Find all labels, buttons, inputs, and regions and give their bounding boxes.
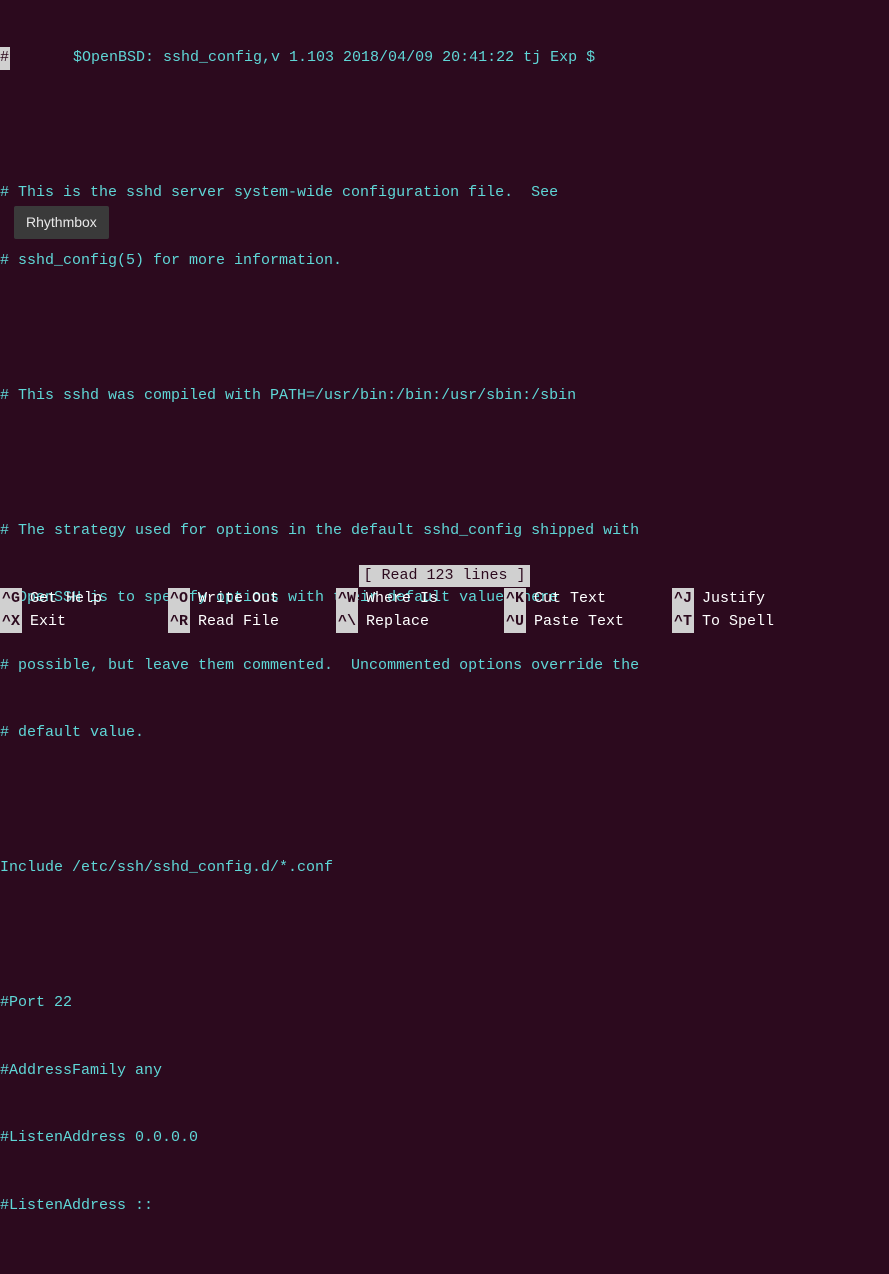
key-label: ^X <box>0 611 22 634</box>
cursor: # <box>0 47 10 70</box>
key-label: ^\ <box>336 611 358 634</box>
editor-line <box>0 1262 889 1274</box>
action-label: Read File <box>190 611 279 634</box>
shortcut-replace[interactable]: ^\Replace <box>336 611 504 634</box>
tooltip-rhythmbox: Rhythmbox <box>14 206 109 239</box>
editor-line: # This is the sshd server system-wide co… <box>0 182 889 205</box>
key-label: ^O <box>168 588 190 611</box>
shortcut-exit[interactable]: ^XExit <box>0 611 168 634</box>
action-label: Replace <box>358 611 429 634</box>
key-label: ^J <box>672 588 694 611</box>
action-label: Exit <box>22 611 66 634</box>
editor-line: # possible, but leave them commented. Un… <box>0 655 889 678</box>
editor-line: #ListenAddress 0.0.0.0 <box>0 1127 889 1150</box>
action-label: Write Out <box>190 588 279 611</box>
action-label: To Spell <box>694 611 774 634</box>
key-label: ^U <box>504 611 526 634</box>
status-bar: [ Read 123 lines ] <box>0 565 889 588</box>
key-label: ^K <box>504 588 526 611</box>
editor-line: #AddressFamily any <box>0 1060 889 1083</box>
shortcut-to-spell[interactable]: ^TTo Spell <box>672 611 840 634</box>
text-editor-content[interactable]: # $OpenBSD: sshd_config,v 1.103 2018/04/… <box>0 0 889 1274</box>
shortcut-row-1: ^GGet Help ^OWrite Out ^WWhere Is ^KCut … <box>0 588 889 611</box>
editor-line-0-rest: $OpenBSD: sshd_config,v 1.103 2018/04/09… <box>10 49 595 66</box>
shortcut-where-is[interactable]: ^WWhere Is <box>336 588 504 611</box>
editor-line: #ListenAddress :: <box>0 1195 889 1218</box>
key-label: ^R <box>168 611 190 634</box>
shortcut-row-2: ^XExit ^RRead File ^\Replace ^UPaste Tex… <box>0 611 889 634</box>
shortcuts-bar: ^GGet Help ^OWrite Out ^WWhere Is ^KCut … <box>0 588 889 633</box>
shortcut-justify[interactable]: ^JJustify <box>672 588 840 611</box>
editor-line <box>0 115 889 138</box>
shortcut-write-out[interactable]: ^OWrite Out <box>168 588 336 611</box>
editor-line <box>0 925 889 948</box>
action-label: Get Help <box>22 588 102 611</box>
action-label: Where Is <box>358 588 438 611</box>
shortcut-get-help[interactable]: ^GGet Help <box>0 588 168 611</box>
action-label: Paste Text <box>526 611 624 634</box>
editor-line: # This sshd was compiled with PATH=/usr/… <box>0 385 889 408</box>
editor-line: # The strategy used for options in the d… <box>0 520 889 543</box>
editor-line: Include /etc/ssh/sshd_config.d/*.conf <box>0 857 889 880</box>
action-label: Cut Text <box>526 588 606 611</box>
key-label: ^T <box>672 611 694 634</box>
status-message: [ Read 123 lines ] <box>359 565 529 588</box>
editor-line: #Port 22 <box>0 992 889 1015</box>
editor-line: # sshd_config(5) for more information. <box>0 250 889 273</box>
action-label: Justify <box>694 588 765 611</box>
key-label: ^W <box>336 588 358 611</box>
shortcut-paste-text[interactable]: ^UPaste Text <box>504 611 672 634</box>
shortcut-read-file[interactable]: ^RRead File <box>168 611 336 634</box>
shortcut-cut-text[interactable]: ^KCut Text <box>504 588 672 611</box>
editor-line <box>0 452 889 475</box>
editor-line <box>0 317 889 340</box>
key-label: ^G <box>0 588 22 611</box>
editor-line: # default value. <box>0 722 889 745</box>
editor-line <box>0 790 889 813</box>
